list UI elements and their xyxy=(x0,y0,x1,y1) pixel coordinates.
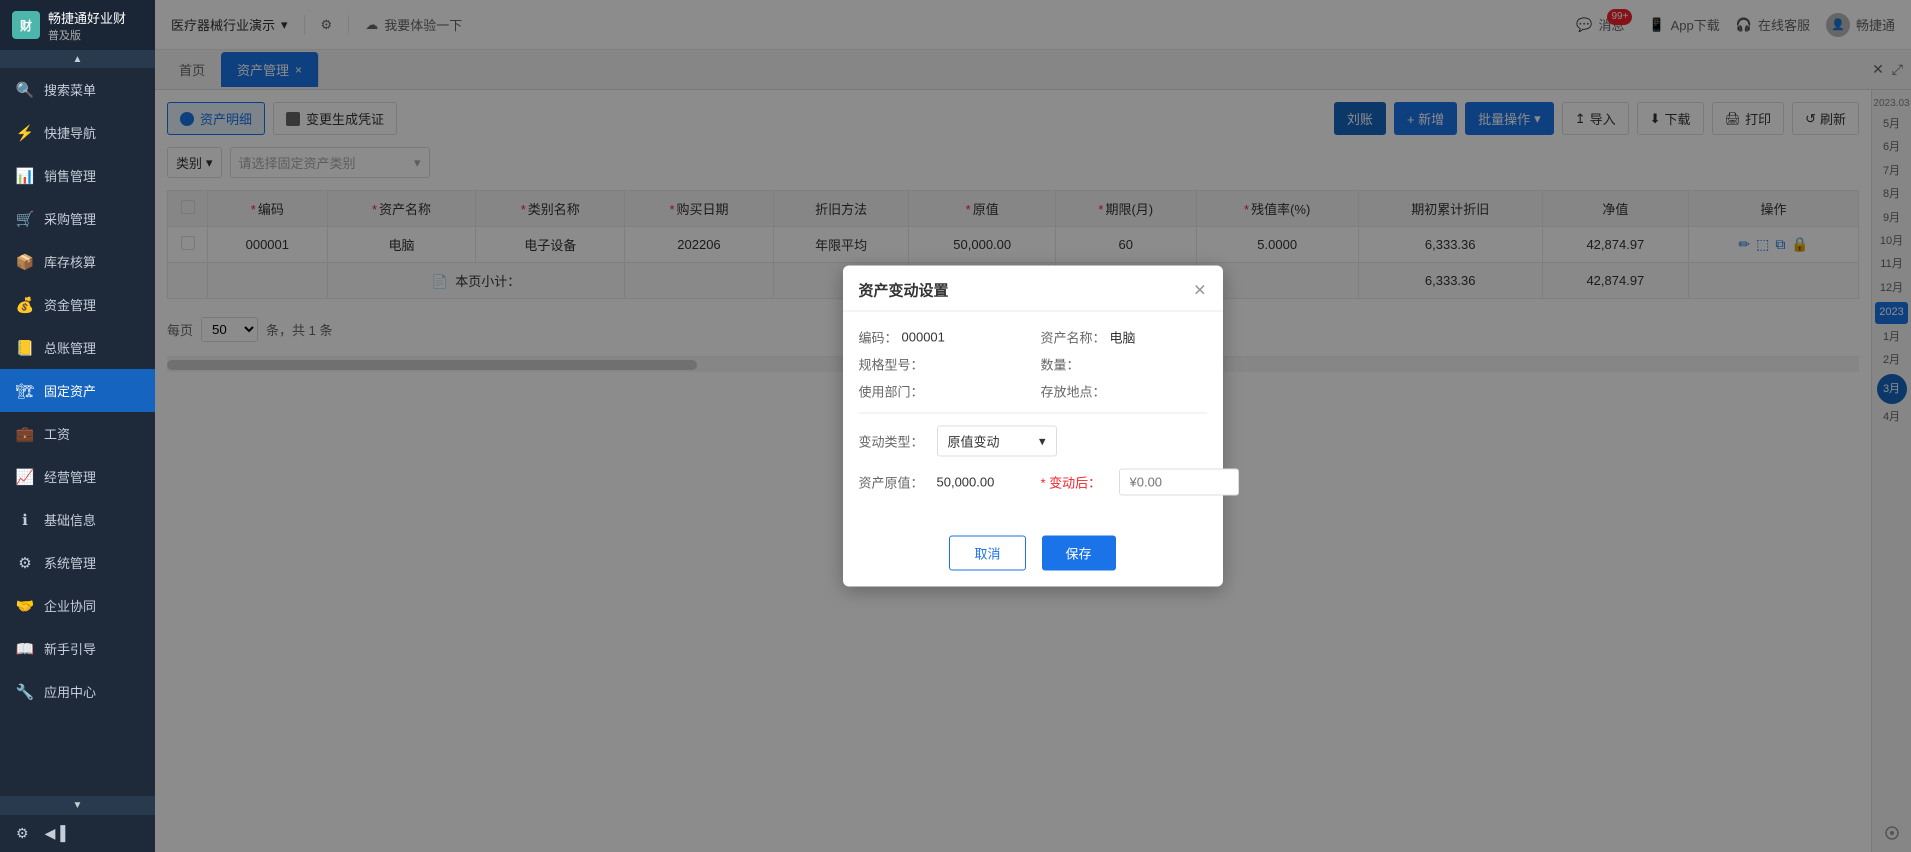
modal-department-item: 使用部门： xyxy=(859,382,1025,401)
modal-department-label: 使用部门： xyxy=(859,382,924,401)
modal-code-item: 编码： 000001 xyxy=(859,328,1025,347)
modal-location-label: 存放地点： xyxy=(1041,382,1106,401)
finance-icon: 💰 xyxy=(16,296,34,314)
modal-location-item: 存放地点： xyxy=(1041,382,1207,401)
logo-text: 畅捷通好业财 普及版 xyxy=(48,8,126,43)
sidebar-item-quick-nav[interactable]: ⚡ 快捷导航 xyxy=(0,111,155,154)
scroll-down-arrow[interactable]: ▼ xyxy=(0,796,155,814)
sidebar-item-label-ledger: 总账管理 xyxy=(44,338,96,357)
purchase-icon: 🛒 xyxy=(16,210,34,228)
sidebar-item-system[interactable]: ⚙ 系统管理 xyxy=(0,541,155,584)
modal-footer: 取消 保存 xyxy=(843,524,1223,587)
modal-header: 资产变动设置 ✕ xyxy=(843,266,1223,312)
sidebar-item-label-system: 系统管理 xyxy=(44,553,96,572)
settings-icon[interactable]: ⚙ xyxy=(16,825,29,842)
sidebar-item-label-payroll: 工资 xyxy=(44,424,70,443)
modal-after-change-label: * 变动后： xyxy=(1041,473,1111,492)
sales-icon: 📊 xyxy=(16,167,34,185)
cancel-label: 取消 xyxy=(974,547,1000,562)
sidebar-item-ledger[interactable]: 📒 总账管理 xyxy=(0,326,155,369)
modal-spec-item: 规格型号： xyxy=(859,355,1025,374)
modal-name-label: 资产名称： xyxy=(1041,328,1106,347)
modal-asset-value: 50,000.00 xyxy=(937,475,1017,490)
guide-icon: 📖 xyxy=(16,640,34,658)
sidebar-item-purchase[interactable]: 🛒 采购管理 xyxy=(0,197,155,240)
modal-after-change-input[interactable] xyxy=(1119,469,1239,496)
sidebar-menu: 🔍 搜索菜单 ⚡ 快捷导航 📊 销售管理 🛒 采购管理 📦 库存核算 💰 xyxy=(0,68,155,796)
sidebar-item-label-fixed-assets: 固定资产 xyxy=(44,381,96,400)
sidebar-item-label-sales: 销售管理 xyxy=(44,166,96,185)
logo-main-text: 畅捷通好业财 xyxy=(48,8,126,27)
quick-nav-icon: ⚡ xyxy=(16,124,34,142)
logo-icon: 财 xyxy=(12,11,40,39)
fixed-assets-icon: 🏗 xyxy=(16,382,34,400)
modal-change-type-value: 原值变动 xyxy=(948,432,1000,451)
payroll-icon: 💼 xyxy=(16,425,34,443)
modal-name-value: 电脑 xyxy=(1110,328,1136,347)
modal-asset-value-label: 资产原值： xyxy=(859,473,929,492)
save-label: 保存 xyxy=(1066,547,1092,562)
sidebar-item-management[interactable]: 📈 经营管理 xyxy=(0,455,155,498)
sidebar-item-search[interactable]: 🔍 搜索菜单 xyxy=(0,68,155,111)
inventory-icon: 📦 xyxy=(16,253,34,271)
basic-info-icon: ℹ xyxy=(16,511,34,529)
asset-change-modal: 资产变动设置 ✕ 编码： 000001 资产名称： 电脑 规格型号： 数量： xyxy=(843,266,1223,587)
modal-change-type-row: 变动类型： 原值变动 ▾ xyxy=(859,426,1207,457)
modal-save-btn[interactable]: 保存 xyxy=(1042,536,1116,571)
modal-divider xyxy=(859,413,1207,414)
modal-quantity-item: 数量： xyxy=(1041,355,1207,374)
modal-spec-label: 规格型号： xyxy=(859,355,924,374)
sidebar-item-sales[interactable]: 📊 销售管理 xyxy=(0,154,155,197)
sidebar-item-label-collaboration: 企业协同 xyxy=(44,596,96,615)
sidebar: 财 畅捷通好业财 普及版 ▲ 🔍 搜索菜单 ⚡ 快捷导航 📊 销售管理 🛒 采购 xyxy=(0,0,155,852)
sidebar-item-guide[interactable]: 📖 新手引导 xyxy=(0,627,155,670)
sidebar-item-label-search: 搜索菜单 xyxy=(44,80,96,99)
modal-select-dropdown-icon: ▾ xyxy=(1039,433,1046,449)
system-icon: ⚙ xyxy=(16,554,34,572)
sidebar-item-label-basic-info: 基础信息 xyxy=(44,510,96,529)
search-icon: 🔍 xyxy=(16,81,34,99)
modal-code-value: 000001 xyxy=(902,330,945,345)
modal-quantity-label: 数量： xyxy=(1041,355,1080,374)
modal-code-label: 编码： xyxy=(859,328,898,347)
sidebar-item-label-quick-nav: 快捷导航 xyxy=(44,123,96,142)
sidebar-footer: ⚙ ◀▐ xyxy=(0,814,155,852)
sidebar-item-inventory[interactable]: 📦 库存核算 xyxy=(0,240,155,283)
modal-name-item: 资产名称： 电脑 xyxy=(1041,328,1207,347)
modal-close-btn[interactable]: ✕ xyxy=(1193,280,1206,300)
collapse-icon[interactable]: ◀▐ xyxy=(45,825,66,842)
sidebar-item-app-center[interactable]: 🔧 应用中心 xyxy=(0,670,155,713)
sidebar-item-payroll[interactable]: 💼 工资 xyxy=(0,412,155,455)
logo-sub-text: 普及版 xyxy=(48,27,126,43)
management-icon: 📈 xyxy=(16,468,34,486)
modal-body: 编码： 000001 资产名称： 电脑 规格型号： 数量： 使用部门： xyxy=(843,312,1223,524)
sidebar-item-label-purchase: 采购管理 xyxy=(44,209,96,228)
sidebar-item-collaboration[interactable]: 🤝 企业协同 xyxy=(0,584,155,627)
sidebar-item-fixed-assets[interactable]: 🏗 固定资产 xyxy=(0,369,155,412)
sidebar-item-label-finance: 资金管理 xyxy=(44,295,96,314)
sidebar-item-label-inventory: 库存核算 xyxy=(44,252,96,271)
modal-cancel-btn[interactable]: 取消 xyxy=(949,536,1025,571)
sidebar-item-label-guide: 新手引导 xyxy=(44,639,96,658)
scroll-up-arrow[interactable]: ▲ xyxy=(0,50,155,68)
app-center-icon: 🔧 xyxy=(16,683,34,701)
modal-change-type-select[interactable]: 原值变动 ▾ xyxy=(937,426,1057,457)
sidebar-item-basic-info[interactable]: ℹ 基础信息 xyxy=(0,498,155,541)
collaboration-icon: 🤝 xyxy=(16,597,34,615)
ledger-icon: 📒 xyxy=(16,339,34,357)
modal-change-type-label: 变动类型： xyxy=(859,432,929,451)
modal-container: 资产变动设置 ✕ 编码： 000001 资产名称： 电脑 规格型号： 数量： xyxy=(0,0,1911,852)
sidebar-item-label-app-center: 应用中心 xyxy=(44,682,96,701)
modal-asset-value-row: 资产原值： 50,000.00 * 变动后： xyxy=(859,469,1207,496)
sidebar-item-finance[interactable]: 💰 资金管理 xyxy=(0,283,155,326)
sidebar-logo: 财 畅捷通好业财 普及版 xyxy=(0,0,155,50)
modal-title: 资产变动设置 xyxy=(859,280,949,301)
sidebar-item-label-management: 经营管理 xyxy=(44,467,96,486)
modal-info-grid: 编码： 000001 资产名称： 电脑 规格型号： 数量： 使用部门： xyxy=(859,328,1207,401)
